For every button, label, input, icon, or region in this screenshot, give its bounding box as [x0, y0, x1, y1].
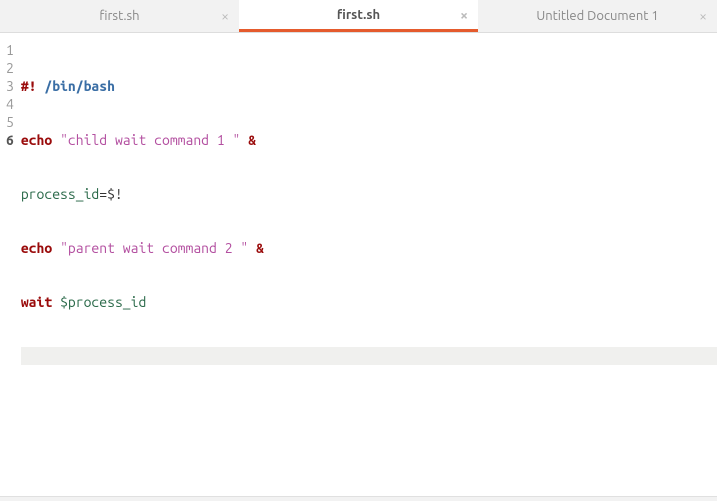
- token-command: echo: [21, 132, 52, 148]
- close-icon[interactable]: ×: [460, 8, 468, 22]
- close-icon[interactable]: ×: [221, 9, 229, 23]
- code-content[interactable]: #! /bin/bash echo "child wait command 1 …: [17, 33, 717, 496]
- token-path: /bin/bash: [37, 78, 115, 94]
- tab-label: Untitled Document 1: [536, 9, 658, 23]
- tab-label: first.sh: [99, 9, 139, 23]
- token-variable: process_id: [21, 186, 99, 202]
- code-line: process_id=$!: [21, 185, 717, 203]
- line-number-gutter: 1 2 3 4 5 6: [0, 33, 17, 496]
- line-number: 5: [6, 113, 14, 131]
- code-line-current: [21, 347, 717, 365]
- tab-untitled-1[interactable]: Untitled Document 1 ×: [478, 0, 717, 32]
- token-shebang: #!: [21, 78, 37, 94]
- line-number: 3: [6, 77, 14, 95]
- tab-first-sh-1[interactable]: first.sh ×: [0, 0, 239, 32]
- token-operator: &: [256, 240, 264, 256]
- bottom-border: [0, 496, 717, 501]
- line-number: 2: [6, 59, 14, 77]
- tab-bar: first.sh × first.sh × Untitled Document …: [0, 0, 717, 33]
- token-string: "child wait command 1 ": [60, 132, 240, 148]
- token-assign: =$!: [99, 186, 123, 202]
- editor-area[interactable]: 1 2 3 4 5 6 #! /bin/bash echo "child wai…: [0, 33, 717, 496]
- code-line: #! /bin/bash: [21, 77, 717, 95]
- token-variable: $process_id: [60, 294, 146, 310]
- token-command: wait: [21, 294, 52, 310]
- close-icon[interactable]: ×: [699, 9, 707, 23]
- token-operator: &: [248, 132, 256, 148]
- code-line: wait $process_id: [21, 293, 717, 311]
- code-line: echo "child wait command 1 " &: [21, 131, 717, 149]
- line-number: 6: [6, 131, 14, 149]
- token-command: echo: [21, 240, 52, 256]
- tab-first-sh-2[interactable]: first.sh ×: [239, 0, 478, 32]
- token-string: "parent wait command 2 ": [60, 240, 248, 256]
- code-line: echo "parent wait command 2 " &: [21, 239, 717, 257]
- line-number: 4: [6, 95, 14, 113]
- tab-label: first.sh: [337, 8, 380, 22]
- line-number: 1: [6, 41, 14, 59]
